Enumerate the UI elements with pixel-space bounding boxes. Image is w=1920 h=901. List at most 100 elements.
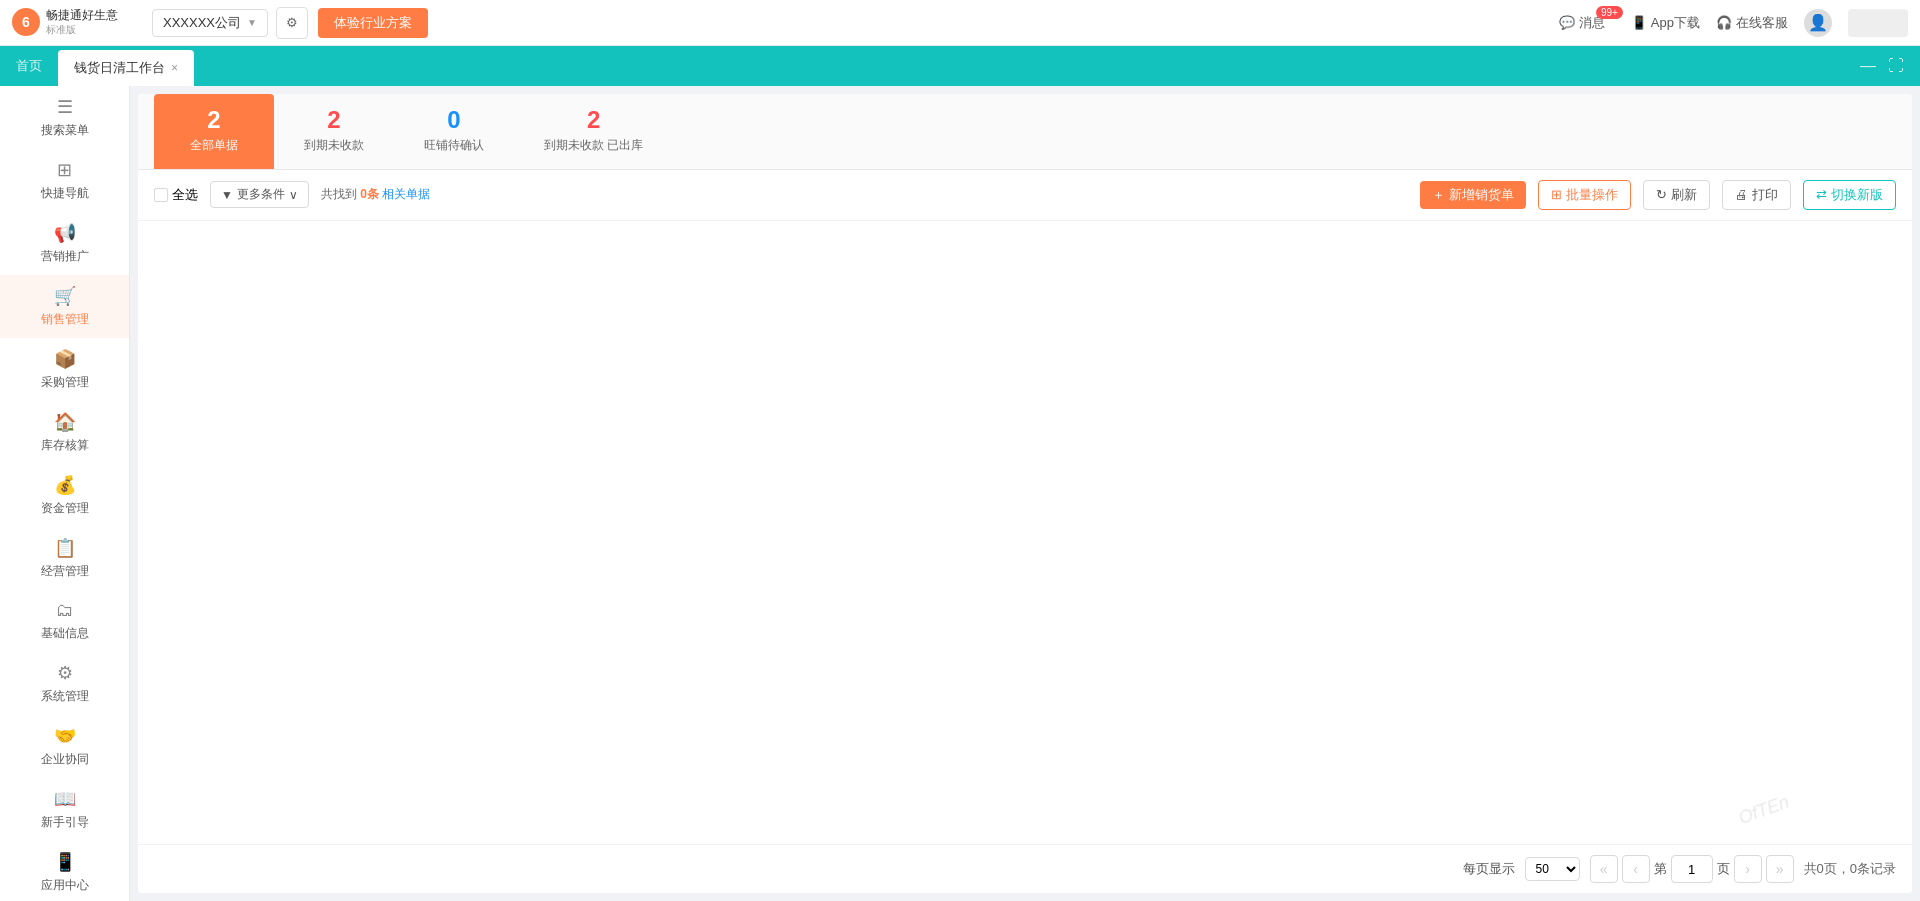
stat-tab-pending[interactable]: 0 旺铺待确认 [394, 94, 514, 169]
tab-maximize-icon[interactable]: ⛶ [1888, 57, 1904, 75]
page-unit: 页 [1717, 860, 1730, 878]
tab-workbench[interactable]: 钱货日清工作台 × [58, 50, 194, 86]
experience-button[interactable]: 体验行业方案 [318, 8, 428, 38]
service-icon: 🎧 [1716, 15, 1732, 30]
stats-tabs: 2 全部单据 2 到期未收款 0 旺铺待确认 2 到期未收款 已出库 [138, 94, 1912, 170]
pagination-bar: 每页显示 50 20 100 « ‹ 第 页 [138, 844, 1912, 893]
online-service-button[interactable]: 🎧 在线客服 [1716, 14, 1788, 32]
batch-icon: ⊞ [1551, 187, 1562, 202]
content-inner: 2 全部单据 2 到期未收款 0 旺铺待确认 2 到期未收款 已出库 [138, 94, 1912, 893]
refresh-button[interactable]: ↻ 刷新 [1643, 180, 1710, 210]
refresh-icon: ↻ [1656, 187, 1667, 202]
main-layout: ☰ 搜索菜单 ⊞ 快捷导航 📢 营销推广 🛒 销售管理 📦 采购管理 🏠 库存核… [0, 86, 1920, 901]
tab-minimize-icon[interactable]: — [1860, 57, 1876, 75]
next-page-button[interactable]: › [1734, 855, 1762, 883]
message-button[interactable]: 💬 消息 99+ [1559, 14, 1615, 32]
stat-tab-overdue[interactable]: 2 到期未收款 [274, 94, 394, 169]
company-selector[interactable]: XXXXXX公司 ▼ [152, 9, 268, 37]
checkbox-icon [154, 188, 168, 202]
tab-workbench-label: 钱货日清工作台 [74, 59, 165, 77]
inventory-icon: 🏠 [54, 411, 76, 433]
found-prefix: 共找到 [321, 187, 357, 201]
sidebar-item-operations[interactable]: 📋 经营管理 [0, 527, 129, 590]
toolbar: 全选 ▼ 更多条件 ∨ 共找到 0条 相关单据 ＋ 新增销货单 [138, 170, 1912, 221]
filter-arrow-icon: ∨ [289, 188, 298, 202]
last-page-icon: » [1776, 861, 1784, 877]
app-download-button[interactable]: 📱 App下载 [1631, 14, 1700, 32]
basic-info-icon: 🗂 [56, 600, 74, 621]
add-sale-button[interactable]: ＋ 新增销货单 [1420, 181, 1526, 209]
stat-tab-shipped[interactable]: 2 到期未收款 已出库 [514, 94, 673, 169]
found-text: 共找到 0条 相关单据 [321, 186, 430, 203]
first-page-button[interactable]: « [1590, 855, 1618, 883]
switch-icon: ⇄ [1816, 187, 1827, 202]
company-name: XXXXXX公司 [163, 14, 241, 32]
total-info: 共0页，0条记录 [1804, 860, 1896, 878]
sidebar-item-quick-nav[interactable]: ⊞ 快捷导航 [0, 149, 129, 212]
sidebar-item-guide[interactable]: 📖 新手引导 [0, 778, 129, 841]
batch-operation-button[interactable]: ⊞ 批量操作 [1538, 180, 1631, 210]
tab-home-label: 首页 [16, 57, 42, 75]
app-center-icon: 📱 [54, 851, 76, 873]
found-link[interactable]: 相关单据 [382, 187, 430, 201]
sidebar-label-app-center: 应用中心 [41, 877, 89, 894]
sidebar-label-system: 系统管理 [41, 688, 89, 705]
sidebar-label-finance: 资金管理 [41, 500, 89, 517]
tab-bar-actions: — ⛶ [1860, 57, 1920, 75]
sidebar-item-purchase[interactable]: 📦 采购管理 [0, 338, 129, 401]
stat-tab-all[interactable]: 2 全部单据 [154, 94, 274, 169]
logo-area: 6 畅捷通好生意 标准版 [12, 8, 142, 36]
filter-button[interactable]: ▼ 更多条件 ∨ [210, 181, 309, 208]
message-badge: 99+ [1596, 6, 1623, 19]
prev-page-button[interactable]: ‹ [1622, 855, 1650, 883]
stat-count-all: 2 [207, 106, 220, 135]
sidebar-item-finance[interactable]: 💰 资金管理 [0, 464, 129, 527]
switch-version-button[interactable]: ⇄ 切换新版 [1803, 180, 1896, 210]
sidebar-item-marketing[interactable]: 📢 营销推广 [0, 212, 129, 275]
sidebar-label-marketing: 营销推广 [41, 248, 89, 265]
purchase-icon: 📦 [54, 348, 76, 370]
quick-nav-icon: ⊞ [57, 159, 72, 181]
finance-icon: 💰 [54, 474, 76, 496]
tab-home[interactable]: 首页 [0, 46, 58, 86]
sidebar-label-search-menu: 搜索菜单 [41, 122, 89, 139]
sidebar-label-enterprise-collab: 企业协同 [41, 751, 89, 768]
avatar[interactable]: 👤 [1804, 9, 1832, 37]
app-download-label: App下载 [1651, 14, 1700, 32]
content-area: 2 全部单据 2 到期未收款 0 旺铺待确认 2 到期未收款 已出库 [130, 86, 1920, 901]
stat-label-shipped: 到期未收款 已出库 [544, 137, 643, 154]
sidebar-item-basic-info[interactable]: 🗂 基础信息 [0, 590, 129, 652]
stat-count-pending: 0 [447, 106, 460, 135]
sidebar-item-inventory[interactable]: 🏠 库存核算 [0, 401, 129, 464]
last-page-button[interactable]: » [1766, 855, 1794, 883]
print-button[interactable]: 🖨 打印 [1722, 180, 1791, 210]
sidebar-label-inventory: 库存核算 [41, 437, 89, 454]
sidebar-item-enterprise-collab[interactable]: 🤝 企业协同 [0, 715, 129, 778]
logo-icon: 6 [12, 8, 40, 36]
sidebar-label-sales: 销售管理 [41, 311, 89, 328]
sidebar-label-purchase: 采购管理 [41, 374, 89, 391]
download-icon: 📱 [1631, 15, 1647, 30]
filter-icon: ▼ [221, 188, 233, 202]
switch-btn-label: 切换新版 [1831, 186, 1883, 204]
page-size-select[interactable]: 50 20 100 [1525, 857, 1580, 881]
page-number-input[interactable] [1671, 855, 1713, 883]
select-all-checkbox[interactable]: 全选 [154, 186, 198, 204]
refresh-btn-label: 刷新 [1671, 186, 1697, 204]
stat-label-overdue: 到期未收款 [304, 137, 364, 154]
marketing-icon: 📢 [54, 222, 76, 244]
tab-close-icon[interactable]: × [171, 61, 178, 75]
gear-icon: ⚙ [286, 15, 298, 30]
settings-button[interactable]: ⚙ [276, 7, 308, 39]
enterprise-collab-icon: 🤝 [54, 725, 76, 747]
sidebar-item-system[interactable]: ⚙ 系统管理 [0, 652, 129, 715]
operations-icon: 📋 [54, 537, 76, 559]
sidebar-item-sales[interactable]: 🛒 销售管理 [0, 275, 129, 338]
sidebar-item-search-menu[interactable]: ☰ 搜索菜单 [0, 86, 129, 149]
sales-icon: 🛒 [54, 285, 76, 307]
logo-title: 畅捷通好生意 [46, 8, 118, 22]
sidebar-item-app-center[interactable]: 📱 应用中心 [0, 841, 129, 901]
avatar-icon: 👤 [1808, 13, 1828, 32]
username-area[interactable] [1848, 9, 1908, 37]
top-header: 6 畅捷通好生意 标准版 XXXXXX公司 ▼ ⚙ 体验行业方案 💬 消息 99… [0, 0, 1920, 46]
